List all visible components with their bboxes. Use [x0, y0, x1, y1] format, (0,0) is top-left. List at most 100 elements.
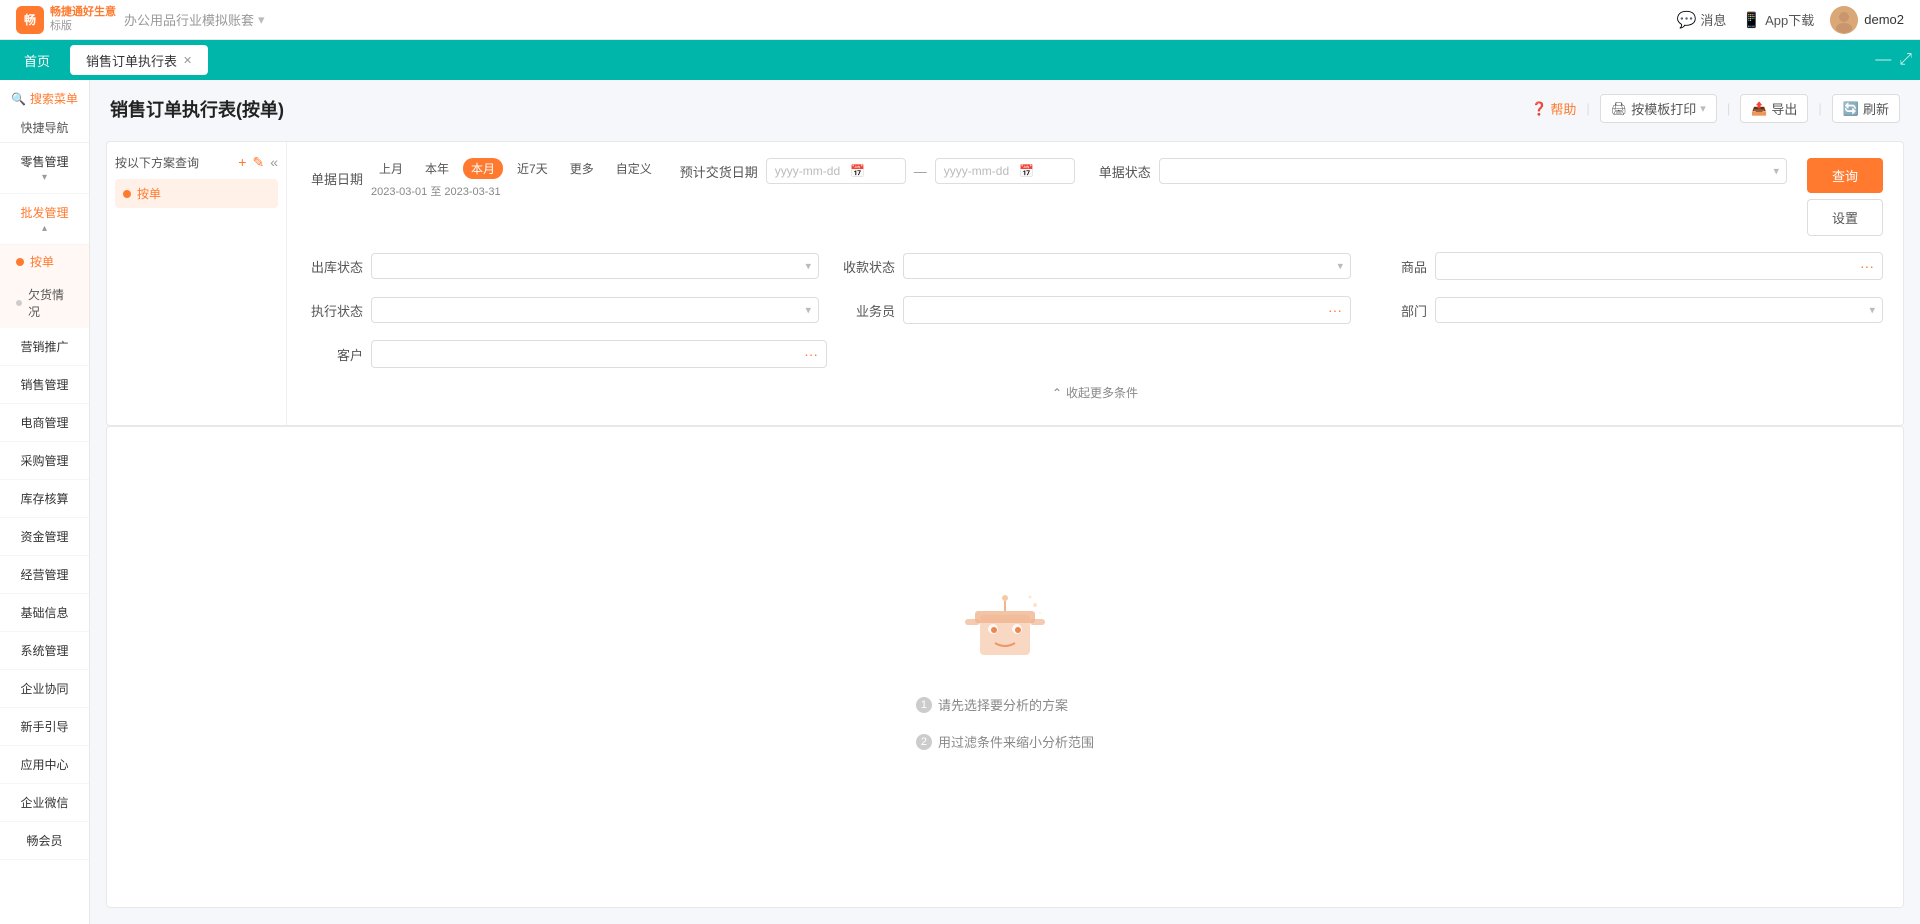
- help-button[interactable]: ❓ 帮助: [1531, 99, 1576, 118]
- goods-dots-icon[interactable]: ···: [1860, 258, 1874, 274]
- help-icon: ❓: [1531, 101, 1547, 117]
- message-label: 消息: [1700, 10, 1726, 29]
- ship-status-select[interactable]: [371, 253, 819, 279]
- sidebar-item-member[interactable]: 畅会员: [0, 822, 89, 860]
- sidebar-item-wxwork-label: 企业微信: [20, 794, 68, 811]
- page-header: 销售订单执行表(按单) ❓ 帮助 | 🖨 按模板打印 ▾ | 📤 导出 |: [90, 80, 1920, 133]
- sidebar-item-marketing[interactable]: 营销推广: [0, 328, 89, 366]
- filter-scheme-panel: 按以下方案查询 + ✎ « 按单: [107, 142, 287, 425]
- top-bar-title[interactable]: 办公用品行业模拟账套 ▾: [124, 10, 265, 29]
- sidebar-quick-nav-label: 快捷导航: [20, 121, 68, 135]
- filter-panel-inner: 按以下方案查询 + ✎ « 按单: [107, 142, 1903, 425]
- sidebar-item-guide-label: 新手引导: [20, 718, 68, 735]
- tab-minimize-icon[interactable]: —: [1875, 51, 1891, 69]
- salesperson-dots-icon[interactable]: ···: [1328, 302, 1342, 318]
- expected-date-start-input[interactable]: yyyy-mm-dd 📅: [766, 158, 906, 184]
- sidebar-item-wholesale-label: 批发管理: [20, 204, 68, 221]
- filter-salesperson-field: 业务员 ···: [839, 296, 1351, 324]
- date-tab-prev-month[interactable]: 上月: [371, 158, 411, 179]
- sidebar-sub-item-arrears[interactable]: 欠货情况: [0, 278, 89, 328]
- scheme-edit-icon[interactable]: ✎: [252, 154, 264, 171]
- page-actions: ❓ 帮助 | 🖨 按模板打印 ▾ | 📤 导出 | 🔄 刷新: [1531, 94, 1900, 123]
- sidebar-search[interactable]: 🔍 搜索菜单: [0, 80, 89, 113]
- scheme-collapse-icon[interactable]: «: [270, 154, 278, 171]
- content-area: 销售订单执行表(按单) ❓ 帮助 | 🖨 按模板打印 ▾ | 📤 导出 |: [90, 80, 1920, 924]
- filter-row-1: 单据日期 上月 本年 本月 近7天 更多 自定义 20: [307, 158, 1883, 236]
- refresh-button[interactable]: 🔄 刷新: [1832, 94, 1900, 123]
- date-tab-more[interactable]: 更多: [562, 158, 602, 179]
- tab-home[interactable]: 首页: [8, 45, 66, 75]
- tab-close-icon[interactable]: ✕: [183, 54, 192, 67]
- goods-input[interactable]: ···: [1435, 252, 1883, 280]
- exec-status-select-wrap: ▾: [371, 297, 819, 323]
- sidebar-item-ecommerce[interactable]: 电商管理: [0, 404, 89, 442]
- sidebar-item-purchase-label: 采购管理: [20, 452, 68, 469]
- scheme-dot-order: [123, 190, 131, 198]
- exec-status-select[interactable]: [371, 297, 819, 323]
- query-button[interactable]: 查询: [1807, 158, 1883, 193]
- user-profile-button[interactable]: demo2: [1830, 6, 1904, 34]
- salesperson-label: 业务员: [839, 301, 895, 320]
- date-tab-last7[interactable]: 近7天: [509, 158, 556, 179]
- sidebar-item-inventory[interactable]: 库存核算: [0, 480, 89, 518]
- separator1: |: [1586, 101, 1589, 116]
- date-tab-this-year[interactable]: 本年: [417, 158, 457, 179]
- sidebar-item-wholesale[interactable]: 批发管理 ▴: [0, 194, 89, 245]
- message-button[interactable]: 💬 消息: [1676, 10, 1726, 30]
- sidebar-item-appstore[interactable]: 应用中心: [0, 746, 89, 784]
- sidebar-item-retail-arrow: ▾: [42, 172, 47, 183]
- filter-date-field: 单据日期 上月 本年 本月 近7天 更多 自定义 20: [307, 158, 660, 199]
- salesperson-input[interactable]: ···: [903, 296, 1351, 324]
- print-button[interactable]: 🖨 按模板打印 ▾: [1600, 94, 1717, 123]
- collection-status-select-wrap: ▾: [903, 253, 1351, 279]
- sidebar-item-guide[interactable]: 新手引导: [0, 708, 89, 746]
- sidebar-item-sales[interactable]: 销售管理: [0, 366, 89, 404]
- expected-date-end-input[interactable]: yyyy-mm-dd 📅: [935, 158, 1075, 184]
- sidebar-item-wxwork[interactable]: 企业微信: [0, 784, 89, 822]
- empty-tip-2-text: 用过滤条件来缩小分析范围: [938, 732, 1094, 751]
- export-icon: 📤: [1751, 101, 1767, 117]
- app-download-label: App下载: [1765, 10, 1814, 29]
- sidebar-item-sales-label: 销售管理: [20, 376, 68, 393]
- scheme-item-order[interactable]: 按单: [115, 179, 278, 208]
- date-tab-custom[interactable]: 自定义: [608, 158, 660, 179]
- collapse-more-label: 收起更多条件: [1066, 384, 1138, 401]
- tab-maximize-icon[interactable]: ⤢: [1899, 51, 1912, 69]
- date-controls: 上月 本年 本月 近7天 更多 自定义 2023-03-01 至 2023-03…: [371, 158, 660, 199]
- sidebar-item-operations[interactable]: 经营管理: [0, 556, 89, 594]
- logo-abbr: 畅: [24, 11, 36, 28]
- date-range-dash: —: [914, 164, 927, 179]
- setting-button[interactable]: 设置: [1807, 199, 1883, 236]
- sidebar-sub-item-order[interactable]: 按单: [0, 245, 89, 278]
- sidebar-quick-nav[interactable]: 快捷导航: [0, 113, 89, 143]
- empty-illustration: [955, 575, 1055, 675]
- top-bar-title-dropdown-icon[interactable]: ▾: [258, 12, 265, 28]
- sidebar-item-purchase[interactable]: 采购管理: [0, 442, 89, 480]
- scheme-add-icon[interactable]: +: [238, 154, 246, 171]
- collection-status-select[interactable]: [903, 253, 1351, 279]
- sidebar-item-corp[interactable]: 企业协同: [0, 670, 89, 708]
- scheme-item-order-label: 按单: [137, 185, 161, 202]
- empty-tips: 1 请先选择要分析的方案 2 用过滤条件来缩小分析范围: [916, 695, 1094, 759]
- export-button[interactable]: 📤 导出: [1740, 94, 1808, 123]
- dept-select[interactable]: [1435, 297, 1883, 323]
- date-tab-this-month[interactable]: 本月: [463, 158, 503, 179]
- customer-input[interactable]: ···: [371, 340, 827, 368]
- customer-dots-icon[interactable]: ···: [804, 346, 818, 362]
- sidebar-item-basic[interactable]: 基础信息: [0, 594, 89, 632]
- print-icon: 🖨: [1611, 101, 1628, 117]
- app-download-button[interactable]: 📱 App下载: [1742, 10, 1814, 29]
- sidebar-item-system[interactable]: 系统管理: [0, 632, 89, 670]
- filter-goods-field: 商品 ···: [1371, 252, 1883, 280]
- filter-dept-field: 部门 ▾: [1371, 297, 1883, 323]
- sidebar: 🔍 搜索菜单 快捷导航 零售管理 ▾ 批发管理 ▴ 按单 欠货情况 营销推: [0, 80, 90, 924]
- sidebar-item-corp-label: 企业协同: [20, 680, 68, 697]
- collapse-more-button[interactable]: ⌃ 收起更多条件: [307, 376, 1883, 409]
- sidebar-item-finance[interactable]: 资金管理: [0, 518, 89, 556]
- tip-num-1: 1: [916, 697, 932, 713]
- sidebar-item-retail[interactable]: 零售管理 ▾: [0, 143, 89, 194]
- tab-sales-order[interactable]: 销售订单执行表 ✕: [70, 45, 208, 75]
- order-status-select[interactable]: [1159, 158, 1787, 184]
- top-bar-right: 💬 消息 📱 App下载 demo2: [1676, 6, 1904, 34]
- separator2: |: [1727, 101, 1730, 116]
